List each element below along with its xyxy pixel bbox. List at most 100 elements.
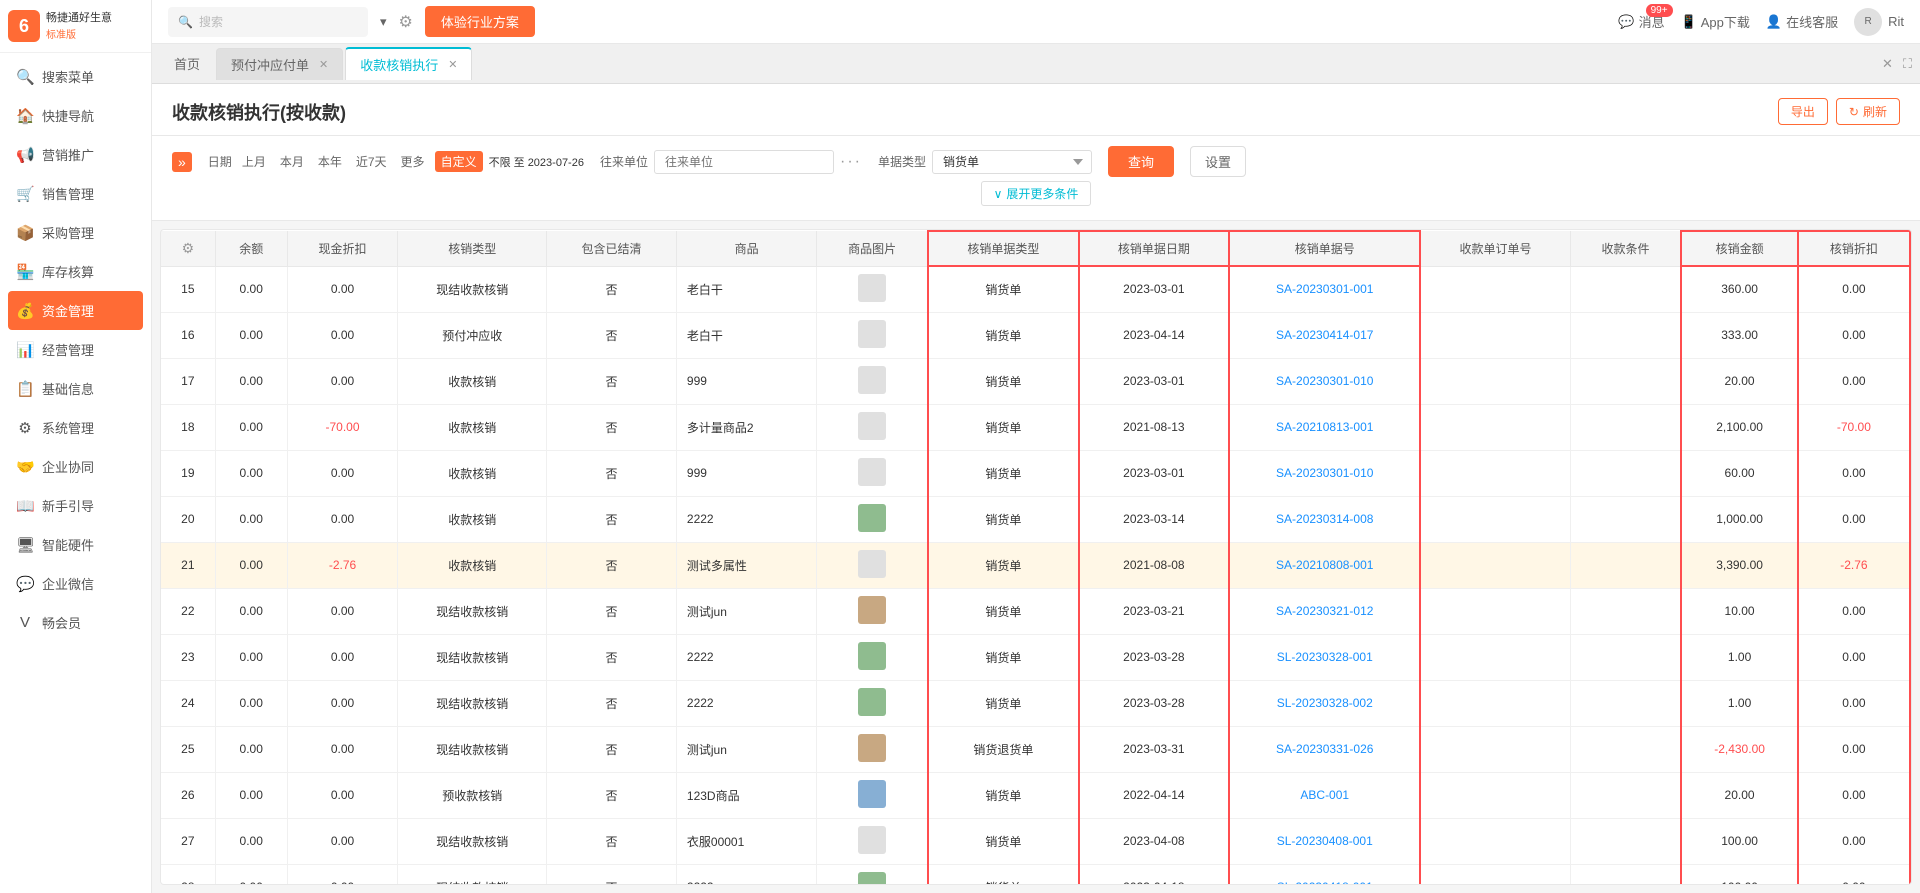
td-id: 15 bbox=[161, 266, 215, 312]
sidebar-item-shortcut[interactable]: 🏠快捷导航 bbox=[0, 96, 151, 135]
sales-icon: 🛒 bbox=[16, 185, 34, 203]
partner-input[interactable] bbox=[654, 150, 834, 174]
filter-row: » 日期 上月 本月 本年 近7天 更多 自定义 不限 至 2023-07-26 bbox=[172, 146, 1900, 177]
sidebar-item-inventory[interactable]: 🏪库存核算 bbox=[0, 252, 151, 291]
sidebar-item-search[interactable]: 🔍搜索菜单 bbox=[0, 57, 151, 96]
sidebar-item-finance[interactable]: 💰资金管理 bbox=[8, 291, 143, 330]
sidebar-item-purchase[interactable]: 📦采购管理 bbox=[0, 213, 151, 252]
topbar-search-box[interactable]: 🔍 搜索 bbox=[168, 7, 368, 37]
td-bill-no[interactable]: SL-20230408-001 bbox=[1229, 818, 1420, 864]
td-bill-no[interactable]: SA-20230331-026 bbox=[1229, 726, 1420, 772]
td-bill-no[interactable]: SA-20230301-001 bbox=[1229, 266, 1420, 312]
partner-dots[interactable]: ··· bbox=[840, 153, 862, 171]
td-discount: 0.00 bbox=[1798, 588, 1910, 634]
sidebar-item-basic[interactable]: 📋基础信息 bbox=[0, 369, 151, 408]
td-bill-no[interactable]: SA-20210813-001 bbox=[1229, 404, 1420, 450]
td-bill-no[interactable]: ABC-001 bbox=[1229, 772, 1420, 818]
tab-collection-close[interactable]: ✕ bbox=[448, 58, 457, 71]
td-order-no bbox=[1420, 726, 1570, 772]
sidebar-item-label-company: 企业协同 bbox=[42, 457, 94, 476]
filter-settings-btn[interactable]: 设置 bbox=[1190, 146, 1246, 177]
td-product-img bbox=[817, 404, 928, 450]
td-amount: 360.00 bbox=[1681, 266, 1797, 312]
td-type: 现结收款核销 bbox=[398, 680, 547, 726]
td-amount: -2,430.00 bbox=[1681, 726, 1797, 772]
topbar-dropdown[interactable]: ▾ bbox=[380, 14, 387, 30]
messages-icon[interactable]: 💬 消息 99+ bbox=[1618, 12, 1664, 31]
filter-expand-icon[interactable]: » bbox=[172, 152, 192, 172]
td-id: 20 bbox=[161, 496, 215, 542]
export-btn[interactable]: 导出 bbox=[1778, 98, 1828, 125]
sidebar-item-hardware[interactable]: 🖥智能硬件 bbox=[0, 525, 151, 564]
restore-window-icon[interactable]: ⛶ bbox=[1903, 56, 1912, 72]
refresh-btn[interactable]: ↻ 刷新 bbox=[1836, 98, 1900, 125]
td-bill-no[interactable]: SA-20230301-010 bbox=[1229, 450, 1420, 496]
td-closed: 否 bbox=[547, 496, 677, 542]
td-bill-no[interactable]: SA-20230321-012 bbox=[1229, 588, 1420, 634]
tabbar-right: ✕ ⛶ bbox=[1882, 56, 1912, 72]
column-settings-btn[interactable]: ⚙ bbox=[182, 240, 195, 257]
sidebar-item-operations[interactable]: 📊经营管理 bbox=[0, 330, 151, 369]
td-bill-no[interactable]: SA-20230314-008 bbox=[1229, 496, 1420, 542]
table-row: 15 0.00 0.00 现结收款核销 否 老白干 销货单 2023-03-01… bbox=[161, 266, 1910, 312]
sidebar-item-company[interactable]: 🤝企业协同 bbox=[0, 447, 151, 486]
td-discount: 0.00 bbox=[1798, 266, 1910, 312]
th-gear[interactable]: ⚙ bbox=[161, 231, 215, 266]
td-bill-no[interactable]: SA-20210808-001 bbox=[1229, 542, 1420, 588]
date-opt-7days[interactable]: 近7天 bbox=[352, 151, 391, 172]
td-id: 21 bbox=[161, 542, 215, 588]
td-type: 收款核销 bbox=[398, 542, 547, 588]
online-service-btn[interactable]: 👤 在线客服 bbox=[1766, 12, 1838, 31]
td-bill-no[interactable]: SL-20230328-001 bbox=[1229, 634, 1420, 680]
date-opt-custom[interactable]: 自定义 bbox=[435, 151, 483, 172]
td-pay-cond bbox=[1570, 358, 1681, 404]
td-product: 2222 bbox=[676, 680, 816, 726]
username: Rit bbox=[1888, 14, 1904, 29]
td-product-img bbox=[817, 358, 928, 404]
settings-icon[interactable]: ⚙ bbox=[399, 12, 413, 32]
tab-prepay[interactable]: 预付冲应付单 ✕ bbox=[216, 48, 343, 80]
marketing-icon: 📢 bbox=[16, 146, 34, 164]
sidebar-item-system[interactable]: ⚙系统管理 bbox=[0, 408, 151, 447]
td-pay-cond bbox=[1570, 634, 1681, 680]
close-window-icon[interactable]: ✕ bbox=[1882, 56, 1893, 72]
sidebar-item-member[interactable]: V畅会员 bbox=[0, 603, 151, 642]
expand-more-btn[interactable]: ∨ 展开更多条件 bbox=[981, 181, 1092, 206]
tab-prepay-close[interactable]: ✕ bbox=[319, 58, 328, 71]
td-order-no bbox=[1420, 358, 1570, 404]
bill-type-select[interactable]: 销货单 销货退货单 bbox=[932, 150, 1092, 174]
tab-home[interactable]: 首页 bbox=[160, 48, 214, 79]
table-header: ⚙ 余额 现金折扣 核销类型 包含已结清 商品 商品图片 核销单据类型 核销单据… bbox=[161, 231, 1910, 266]
app-download-btn[interactable]: 📱 App下载 bbox=[1681, 12, 1750, 31]
td-bill-no[interactable]: SA-20230301-010 bbox=[1229, 358, 1420, 404]
sidebar-item-marketing[interactable]: 📢营销推广 bbox=[0, 135, 151, 174]
td-closed: 否 bbox=[547, 726, 677, 772]
sidebar-item-label-system: 系统管理 bbox=[42, 418, 94, 437]
sidebar-item-label-guide: 新手引导 bbox=[42, 496, 94, 515]
td-cash-discount: 0.00 bbox=[287, 266, 398, 312]
table-body: 15 0.00 0.00 现结收款核销 否 老白干 销货单 2023-03-01… bbox=[161, 266, 1910, 885]
td-bill-no[interactable]: SL-20230418-001 bbox=[1229, 864, 1420, 885]
sidebar-item-wechat[interactable]: 💬企业微信 bbox=[0, 564, 151, 603]
date-range-display: 不限 至 2023-07-26 bbox=[489, 154, 584, 170]
date-opt-more[interactable]: 更多 bbox=[397, 151, 429, 172]
industry-btn[interactable]: 体验行业方案 bbox=[425, 6, 535, 37]
td-bill-no[interactable]: SA-20230414-017 bbox=[1229, 312, 1420, 358]
date-opt-this-month[interactable]: 本月 bbox=[276, 151, 308, 172]
user-area[interactable]: R Rit bbox=[1854, 8, 1904, 36]
tab-collection[interactable]: 收款核销执行 ✕ bbox=[345, 47, 472, 80]
dropdown-label: ▾ bbox=[380, 14, 387, 30]
sidebar-item-guide[interactable]: 📖新手引导 bbox=[0, 486, 151, 525]
date-opt-this-year[interactable]: 本年 bbox=[314, 151, 346, 172]
td-bill-date: 2022-04-14 bbox=[1079, 772, 1230, 818]
date-opt-last-month[interactable]: 上月 bbox=[238, 151, 270, 172]
badge-count: 99+ bbox=[1646, 4, 1673, 17]
sidebar-logo: 6 畅捷通好生意 标准版 bbox=[0, 0, 151, 53]
product-image bbox=[858, 642, 886, 670]
sidebar-item-sales[interactable]: 🛒销售管理 bbox=[0, 174, 151, 213]
query-btn[interactable]: 查询 bbox=[1108, 146, 1174, 177]
td-bill-no[interactable]: SL-20230328-002 bbox=[1229, 680, 1420, 726]
td-product-img bbox=[817, 726, 928, 772]
td-closed: 否 bbox=[547, 634, 677, 680]
td-bill-type: 销货单 bbox=[928, 266, 1079, 312]
